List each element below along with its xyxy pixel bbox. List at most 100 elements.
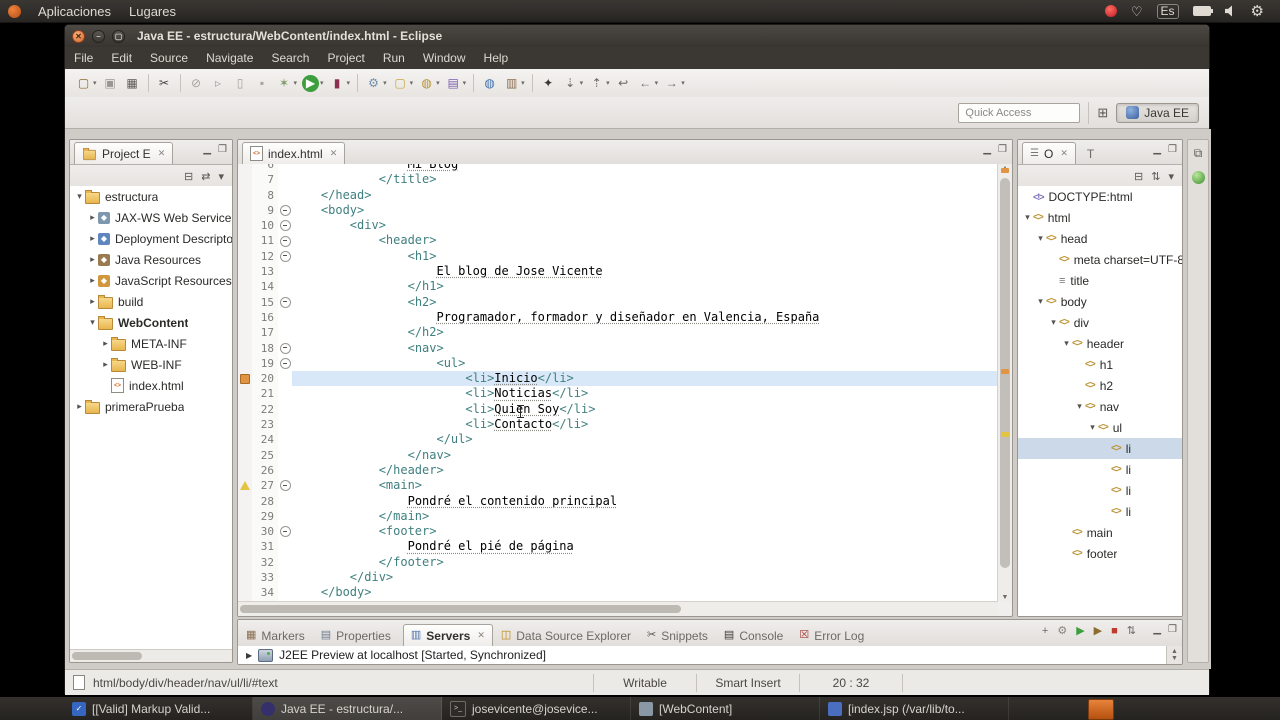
twistie-icon[interactable]: ▾ xyxy=(1022,212,1033,223)
outline-item-doctype-html[interactable]: <!> DOCTYPE:html xyxy=(1018,186,1182,207)
collapse-fold-icon[interactable] xyxy=(279,205,291,217)
outline-item-nav[interactable]: ▾ <> nav xyxy=(1018,396,1182,417)
volume-icon[interactable] xyxy=(1224,5,1232,17)
debug-icon[interactable]: ✶ ▾ xyxy=(274,72,300,94)
start-server-icon[interactable]: ▶ xyxy=(1076,624,1084,637)
minimize-view-icon[interactable]: ▁ xyxy=(203,145,211,155)
code-line-18[interactable]: 18 <nav> xyxy=(238,341,998,356)
close-icon[interactable]: ✕ xyxy=(330,148,338,159)
taskbar-item-1[interactable]: ✓ [[Valid] Markup Valid... xyxy=(64,697,253,720)
heart-icon[interactable]: ♡ xyxy=(1131,5,1143,18)
tab-markers[interactable]: ▦ Markers xyxy=(238,625,313,646)
code-line-27[interactable]: 27 <main> xyxy=(238,478,998,493)
code-line-19[interactable]: 19 <ul> xyxy=(238,356,998,371)
maximize-view-icon[interactable]: ❐ xyxy=(1168,625,1177,635)
view-menu-icon[interactable]: ▾ xyxy=(218,170,224,183)
prev-annotation-icon[interactable]: ⇡ ▾ xyxy=(586,72,612,94)
code-line-31[interactable]: 31 Pondré el pié de página xyxy=(238,539,998,554)
overview-occurrence-tick[interactable] xyxy=(1001,369,1009,374)
outline-item-head[interactable]: ▾ <> head xyxy=(1018,228,1182,249)
code-line-32[interactable]: 32 </footer> xyxy=(238,555,998,570)
code-editor[interactable]: 6 Mi Blog 7 </title> 8 </head> 9 <body> 10 <div> 1… xyxy=(238,164,1012,602)
window-titlebar[interactable]: ✕ – ▢ Java EE - estructura/WebContent/in… xyxy=(65,25,1209,47)
collapse-fold-icon[interactable] xyxy=(279,358,291,369)
scrollbar-thumb[interactable] xyxy=(72,652,142,660)
code-line-10[interactable]: 10 <div> xyxy=(238,218,998,233)
twistie-icon[interactable]: ▸ xyxy=(87,296,98,307)
outline-item-title[interactable]: ≡ title xyxy=(1018,270,1182,291)
maximize-view-icon[interactable]: ❐ xyxy=(1168,145,1177,155)
fold-column[interactable] xyxy=(278,250,292,262)
run-icon[interactable]: ▶ ▾ xyxy=(300,72,326,94)
collapse-fold-icon[interactable] xyxy=(279,235,291,247)
outline-item-main[interactable]: <> main xyxy=(1018,522,1182,543)
top-menu-lugares[interactable]: Lugares xyxy=(120,0,185,22)
tab-outline-t[interactable]: T xyxy=(1080,143,1101,164)
collapse-all-icon[interactable]: ⊟ xyxy=(184,170,193,183)
code-line-21[interactable]: 21 <li>Noticias</li> xyxy=(238,386,998,401)
project-item-deployment-descriptor[interactable]: ▸ ◆ Deployment Descriptor xyxy=(70,228,232,249)
twistie-icon[interactable]: ▾ xyxy=(1035,233,1046,244)
maximize-view-icon[interactable]: ❐ xyxy=(218,145,227,155)
outline-item-h2[interactable]: <> h2 xyxy=(1018,375,1182,396)
scrollbar-thumb[interactable] xyxy=(240,605,681,613)
resume-icon[interactable]: ▹ xyxy=(208,72,229,94)
scroll-down-icon[interactable]: ▼ xyxy=(998,594,1012,601)
twistie-icon[interactable]: ▾ xyxy=(1035,296,1046,307)
collapse-fold-icon[interactable] xyxy=(279,296,291,308)
new-jsp-icon[interactable]: ▢ ▾ xyxy=(390,72,416,94)
code-line-13[interactable]: 13 El blog de Jose Vicente xyxy=(238,264,998,279)
project-item-estructura[interactable]: ▾ estructura xyxy=(70,186,232,207)
debug-server-icon[interactable]: ⚙ xyxy=(1057,624,1067,637)
code-line-14[interactable]: 14 </h1> xyxy=(238,279,998,294)
code-line-30[interactable]: 30 <footer> xyxy=(238,524,998,539)
outline-item-h1[interactable]: <> h1 xyxy=(1018,354,1182,375)
close-icon[interactable]: ✕ xyxy=(158,148,166,159)
code-line-23[interactable]: 23 <li>Contacto</li> xyxy=(238,417,998,432)
project-item-web-inf[interactable]: ▸ WEB-INF xyxy=(70,354,232,375)
outline-item-meta-charset-utf-8[interactable]: <> meta charset=UTF-8 xyxy=(1018,249,1182,270)
project-explorer-hscrollbar[interactable] xyxy=(70,649,232,662)
twistie-icon[interactable]: ▾ xyxy=(1048,317,1059,328)
outline-item-li[interactable]: <> li xyxy=(1018,501,1182,522)
new-servlet-icon[interactable]: ⚙ ▾ xyxy=(363,72,389,94)
project-item-meta-inf[interactable]: ▸ META-INF xyxy=(70,333,232,354)
code-line-6[interactable]: 6 Mi Blog xyxy=(238,164,998,172)
menu-window[interactable]: Window xyxy=(414,47,475,69)
twistie-icon[interactable]: ▸ xyxy=(87,212,98,223)
outline-item-li[interactable]: <> li xyxy=(1018,438,1182,459)
twistie-icon[interactable]: ▸ xyxy=(100,359,111,370)
twistie-icon[interactable]: ▸ xyxy=(100,338,111,349)
profile-server-icon[interactable]: ▶ xyxy=(1094,624,1102,637)
save-icon[interactable]: ▣ xyxy=(100,72,121,94)
project-item-index-html[interactable]: <> index.html xyxy=(70,375,232,396)
taskbar-item-4[interactable]: [WebContent] xyxy=(631,697,820,720)
scroll-up-icon[interactable]: ▲ xyxy=(1171,648,1178,655)
outline-item-div[interactable]: ▾ <> div xyxy=(1018,312,1182,333)
stop-server-icon[interactable]: ■ xyxy=(1111,625,1118,637)
next-annotation-icon[interactable]: ⇣ ▾ xyxy=(560,72,586,94)
tab-snippets[interactable]: ✂ Snippets xyxy=(639,625,716,646)
fold-column[interactable] xyxy=(278,358,292,369)
sort-icon[interactable]: ⇅ xyxy=(1151,170,1160,183)
fold-column[interactable] xyxy=(278,342,292,354)
quick-access-input[interactable]: Quick Access xyxy=(958,102,1081,123)
menu-project[interactable]: Project xyxy=(318,47,373,69)
overview-warning-tick[interactable] xyxy=(1001,432,1009,437)
bottom-panel-scroll[interactable]: ▲ ▼ xyxy=(1166,646,1182,664)
collapse-fold-icon[interactable] xyxy=(279,250,291,262)
outline-item-header[interactable]: ▾ <> header xyxy=(1018,333,1182,354)
perspective-java-ee-button[interactable]: Java EE xyxy=(1116,102,1199,123)
twistie-icon[interactable]: ▾ xyxy=(1087,422,1098,433)
expand-arrow-icon[interactable]: ▶ xyxy=(246,651,252,660)
cut-icon[interactable]: ✂ xyxy=(154,72,175,94)
archive-icon[interactable]: ▥ ▾ xyxy=(501,72,527,94)
close-icon[interactable]: ✕ xyxy=(477,630,485,641)
code-line-16[interactable]: 16 Programador, formador y diseñador en V… xyxy=(238,310,998,325)
terminate-icon[interactable]: ▪ xyxy=(252,72,273,94)
code-line-15[interactable]: 15 <h2> xyxy=(238,295,998,310)
menu-search[interactable]: Search xyxy=(262,47,318,69)
menu-edit[interactable]: Edit xyxy=(102,47,141,69)
window-minimize-button[interactable]: – xyxy=(92,29,105,43)
taskbar-item-2[interactable]: Java EE - estructura/... xyxy=(253,697,442,720)
